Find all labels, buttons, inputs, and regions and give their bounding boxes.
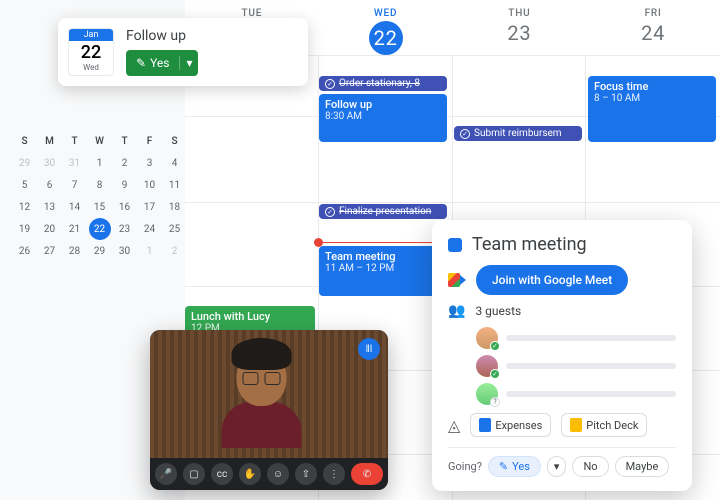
- participant-avatar: [237, 348, 302, 448]
- rsvp-row: Going? ✎Yes ▾ No Maybe: [448, 447, 676, 477]
- guest-list: ✓ ✓ ?: [476, 327, 676, 405]
- rsvp-yes-dropdown[interactable]: ▾: [547, 456, 567, 477]
- camera-button[interactable]: ▢: [183, 463, 205, 485]
- task-finalize-presentation[interactable]: ✓Finalize presentation: [319, 204, 447, 219]
- event-team-meeting[interactable]: Team meeting11 AM – 12 PM: [319, 246, 447, 296]
- attachment-expenses[interactable]: Expenses: [470, 413, 551, 437]
- captions-button[interactable]: cc: [211, 463, 233, 485]
- google-meet-icon: [448, 273, 466, 287]
- task-order-stationary[interactable]: ✓Order stationary, 8: [319, 76, 447, 91]
- mini-calendar[interactable]: SMTWTFS 2930311234 567891011 12131415161…: [12, 130, 187, 262]
- guest-avatar[interactable]: ?: [476, 383, 498, 405]
- speaking-indicator-icon: ǁǀ: [358, 338, 380, 360]
- day-header-wed[interactable]: WED22: [319, 0, 453, 55]
- event-focus-time[interactable]: Focus time8 – 10 AM: [588, 76, 716, 142]
- mic-button[interactable]: 🎤: [155, 463, 177, 485]
- join-meet-button[interactable]: Join with Google Meet: [476, 265, 628, 295]
- followup-date-badge: Jan 22 Wed: [68, 28, 114, 76]
- more-button[interactable]: ⋮: [323, 463, 345, 485]
- rsvp-icon: ✎: [136, 56, 146, 70]
- day-header-thu[interactable]: THU23: [453, 0, 587, 55]
- event-title: Team meeting: [472, 234, 587, 255]
- guests-icon: 👥: [448, 303, 465, 319]
- rsvp-maybe-button[interactable]: Maybe: [615, 456, 670, 477]
- event-follow-up[interactable]: Follow up8:30 AM: [319, 94, 447, 142]
- present-button[interactable]: ⇧: [295, 463, 317, 485]
- end-call-button[interactable]: ✆: [351, 463, 383, 485]
- meet-controls: 🎤 ▢ cc ✋ ☺ ⇧ ⋮ ✆: [150, 458, 388, 490]
- video-feed: ǁǀ: [150, 330, 388, 458]
- rsvp-yes-button[interactable]: ✎Yes: [488, 456, 541, 477]
- guests-count: 3 guests: [475, 304, 521, 318]
- attachment-pitch-deck[interactable]: Pitch Deck: [561, 413, 647, 437]
- task-submit-reimbursement[interactable]: ✓Submit reimbursem: [454, 126, 582, 141]
- guest-avatar[interactable]: ✓: [476, 355, 498, 377]
- docs-icon: [479, 418, 491, 432]
- attachment-icon: ◬: [448, 416, 460, 435]
- followup-title: Follow up: [126, 28, 298, 44]
- guest-avatar[interactable]: ✓: [476, 327, 498, 349]
- rsvp-no-button[interactable]: No: [572, 456, 608, 477]
- rsvp-icon: ✎: [499, 460, 508, 473]
- day-header-fri[interactable]: FRI24: [586, 0, 720, 55]
- event-color-swatch: [448, 238, 462, 252]
- mini-dow-row: SMTWTFS: [12, 130, 187, 152]
- followup-card: Jan 22 Wed Follow up ✎Yes ▾: [58, 18, 308, 86]
- going-label: Going?: [448, 460, 482, 473]
- followup-yes-button[interactable]: ✎Yes ▾: [126, 50, 198, 76]
- mini-today[interactable]: 22: [89, 218, 111, 240]
- chevron-down-icon[interactable]: ▾: [179, 56, 198, 70]
- slides-icon: [570, 418, 582, 432]
- event-popover: Team meeting Join with Google Meet 👥 3 g…: [432, 220, 692, 491]
- raise-hand-button[interactable]: ✋: [239, 463, 261, 485]
- reactions-button[interactable]: ☺: [267, 463, 289, 485]
- meet-video-tile: ǁǀ 🎤 ▢ cc ✋ ☺ ⇧ ⋮ ✆: [150, 330, 388, 490]
